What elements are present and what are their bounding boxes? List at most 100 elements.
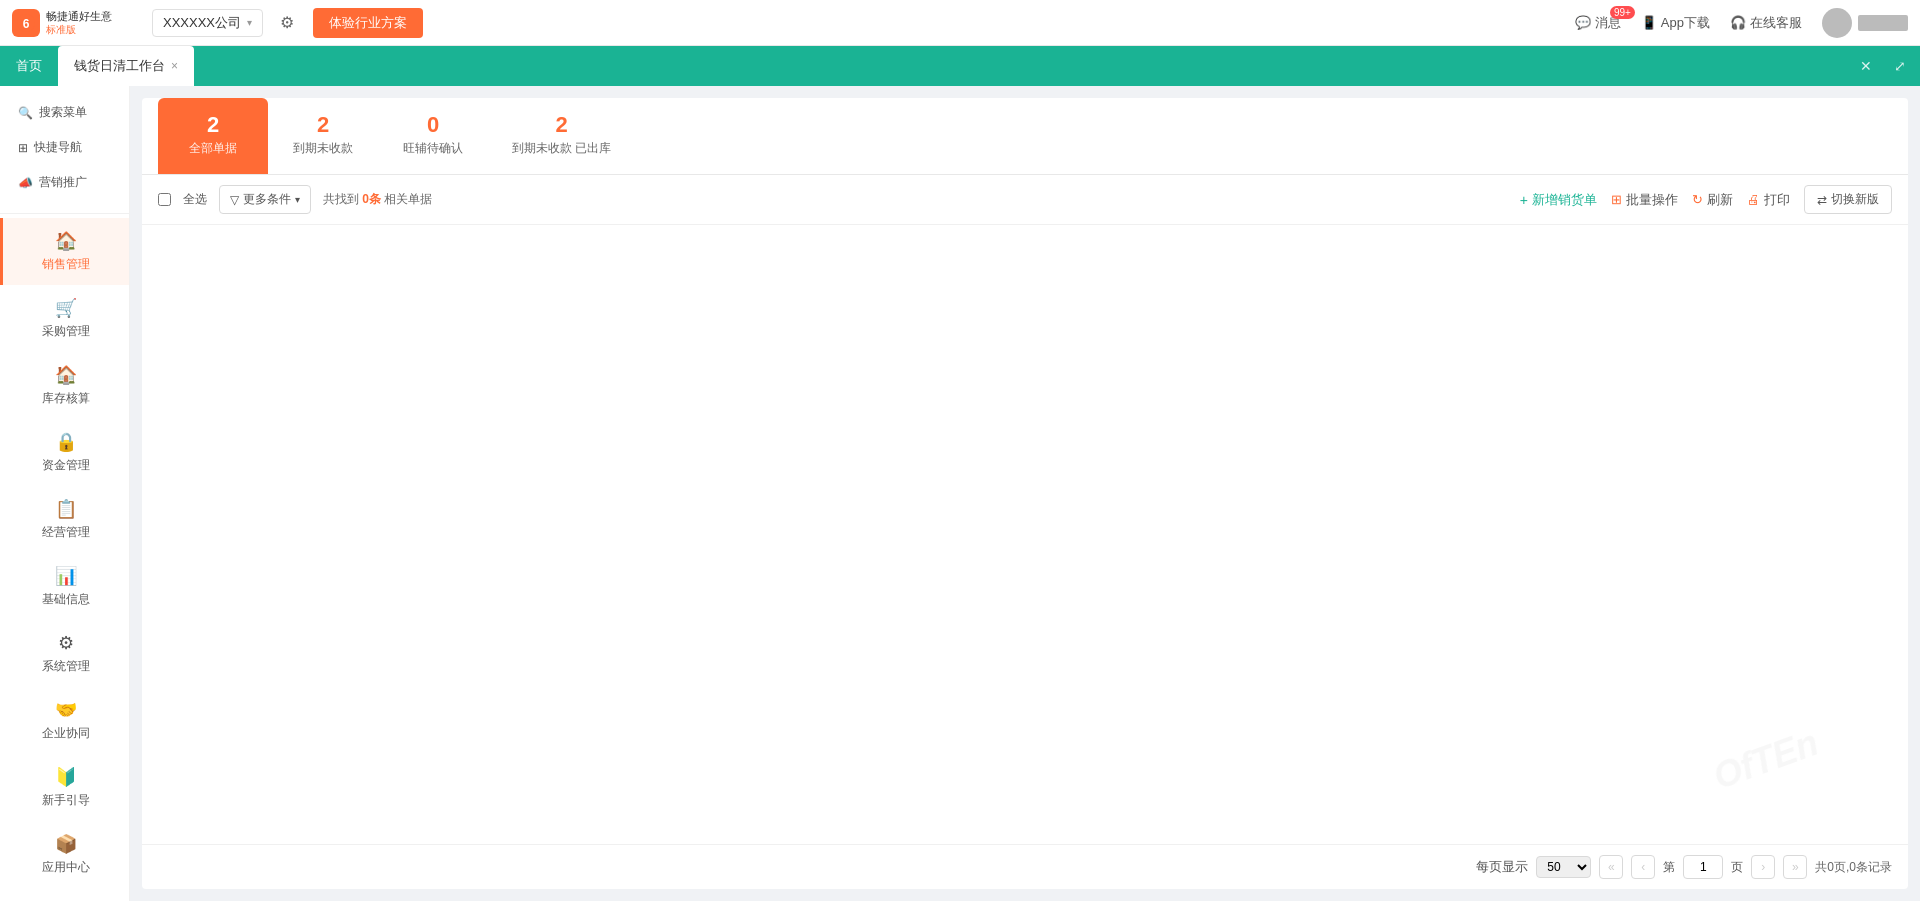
megaphone-icon: 📣 xyxy=(18,176,33,190)
stat-tab-shipped[interactable]: 2 到期未收款 已出库 xyxy=(488,98,635,174)
top-header: 6 畅捷通好生意 标准版 XXXXXX公司 ▾ ⚙ 体验行业方案 💬 消息 99… xyxy=(0,0,1920,46)
total-text: 共0页,0条记录 xyxy=(1815,859,1892,876)
stats-tabs: 2 全部单据 2 到期未收款 0 旺辅待确认 2 到期未收款 已出库 xyxy=(142,98,1908,175)
sidebar-item-wechat[interactable]: 💬 企业微信 xyxy=(0,888,129,901)
tab-bar-actions: ✕ ⤢ xyxy=(1854,54,1920,78)
company-selector[interactable]: XXXXXX公司 ▾ xyxy=(152,9,263,37)
sidebar-item-quick-nav[interactable]: ⊞ 快捷导航 xyxy=(8,131,121,164)
logo-text: 畅捷通好生意 标准版 xyxy=(46,9,112,36)
close-tab-icon[interactable]: × xyxy=(171,59,178,73)
company-name: XXXXXX公司 xyxy=(163,14,241,32)
table-area xyxy=(142,225,1908,844)
purchase-icon: 🛒 xyxy=(55,297,77,319)
chevron-down-filter-icon: ▾ xyxy=(295,194,300,205)
sidebar-item-system[interactable]: ⚙ 系统管理 xyxy=(0,620,129,687)
prev-page-button[interactable]: ‹ xyxy=(1631,855,1655,879)
stat-label-shipped: 到期未收款 已出库 xyxy=(512,140,611,157)
svg-text:6: 6 xyxy=(23,17,30,31)
chevron-down-icon: ▾ xyxy=(247,17,252,28)
main-layout: 🔍 搜索菜单 ⊞ 快捷导航 📣 营销推广 🏠 销售管理 🛒 采购管理 🏠 库存核… xyxy=(0,86,1920,901)
toolbar-right: + 新增销货单 ⊞ 批量操作 ↻ 刷新 🖨 打印 xyxy=(1520,185,1892,214)
stat-label-pending: 旺辅待确认 xyxy=(403,140,463,157)
app-download-button[interactable]: 📱 App下载 xyxy=(1641,14,1710,32)
batch-icon: ⊞ xyxy=(1611,192,1622,207)
sidebar: 🔍 搜索菜单 ⊞ 快捷导航 📣 营销推广 🏠 销售管理 🛒 采购管理 🏠 库存核… xyxy=(0,86,130,901)
grid-icon: ⊞ xyxy=(18,141,28,155)
operations-icon: 📋 xyxy=(55,498,77,520)
refresh-icon: ↻ xyxy=(1692,192,1703,207)
sidebar-item-basics[interactable]: 📊 基础信息 xyxy=(0,553,129,620)
headset-icon: 🎧 xyxy=(1730,15,1746,30)
settings-icon[interactable]: ⚙ xyxy=(271,7,303,39)
switch-icon: ⇄ xyxy=(1817,193,1827,207)
stat-tab-all[interactable]: 2 全部单据 xyxy=(158,98,268,174)
sidebar-item-marketing[interactable]: 📣 营销推广 xyxy=(8,166,121,199)
found-text: 共找到 0条 相关单据 xyxy=(323,191,432,208)
toolbar: 全选 ▽ 更多条件 ▾ 共找到 0条 相关单据 + 新增销货单 xyxy=(142,175,1908,225)
sidebar-item-finance[interactable]: 🔒 资金管理 xyxy=(0,419,129,486)
sidebar-divider-1 xyxy=(0,213,129,214)
stat-count-pending: 0 xyxy=(427,112,439,138)
stat-count-shipped: 2 xyxy=(556,112,568,138)
page-size-label: 每页显示 xyxy=(1476,858,1528,876)
sidebar-item-guide[interactable]: 🔰 新手引导 xyxy=(0,754,129,821)
next-page-button[interactable]: › xyxy=(1751,855,1775,879)
print-button[interactable]: 🖨 打印 xyxy=(1747,191,1790,209)
basics-icon: 📊 xyxy=(55,565,77,587)
sidebar-item-enterprise[interactable]: 🤝 企业协同 xyxy=(0,687,129,754)
app-center-icon: 📦 xyxy=(55,833,77,855)
stat-count-all: 2 xyxy=(207,112,219,138)
message-badge: 99+ xyxy=(1610,6,1635,19)
tab-home[interactable]: 首页 xyxy=(0,46,58,86)
content-inner: 2 全部单据 2 到期未收款 0 旺辅待确认 2 到期未收款 已出库 xyxy=(142,98,1908,889)
window-expand-icon[interactable]: ⤢ xyxy=(1888,54,1912,78)
message-icon: 💬 xyxy=(1575,15,1591,30)
avatar-area[interactable] xyxy=(1822,8,1908,38)
batch-operation-button[interactable]: ⊞ 批量操作 xyxy=(1611,191,1678,209)
select-all-checkbox[interactable] xyxy=(158,193,171,206)
select-all-label: 全选 xyxy=(183,191,207,208)
add-sale-order-button[interactable]: + 新增销货单 xyxy=(1520,191,1597,209)
finance-icon: 🔒 xyxy=(55,431,77,453)
sales-icon: 🏠 xyxy=(55,230,77,252)
sidebar-item-purchase[interactable]: 🛒 采购管理 xyxy=(0,285,129,352)
sidebar-item-sales[interactable]: 🏠 销售管理 xyxy=(0,218,129,285)
phone-icon: 📱 xyxy=(1641,15,1657,30)
trial-button[interactable]: 体验行业方案 xyxy=(313,8,423,38)
inventory-icon: 🏠 xyxy=(55,364,77,386)
more-filters-button[interactable]: ▽ 更多条件 ▾ xyxy=(219,185,311,214)
plus-icon: + xyxy=(1520,192,1528,208)
pagination: 每页显示 50 100 200 « ‹ 第 页 › » 共0页,0条记录 xyxy=(142,844,1908,889)
switch-version-button[interactable]: ⇄ 切换新版 xyxy=(1804,185,1892,214)
message-button[interactable]: 💬 消息 99+ xyxy=(1575,14,1621,32)
tab-work-station[interactable]: 钱货日清工作台 × xyxy=(58,46,194,86)
online-service-button[interactable]: 🎧 在线客服 xyxy=(1730,14,1802,32)
sidebar-item-app-center[interactable]: 📦 应用中心 xyxy=(0,821,129,888)
stat-tab-pending[interactable]: 0 旺辅待确认 xyxy=(378,98,488,174)
search-icon: 🔍 xyxy=(18,106,33,120)
avatar xyxy=(1822,8,1852,38)
stat-label-all: 全部单据 xyxy=(189,140,237,157)
sidebar-top: 🔍 搜索菜单 ⊞ 快捷导航 📣 营销推广 xyxy=(0,86,129,209)
sidebar-item-operations[interactable]: 📋 经营管理 xyxy=(0,486,129,553)
refresh-button[interactable]: ↻ 刷新 xyxy=(1692,191,1733,209)
stat-tab-overdue[interactable]: 2 到期未收款 xyxy=(268,98,378,174)
page-number-input[interactable] xyxy=(1683,855,1723,879)
enterprise-icon: 🤝 xyxy=(55,699,77,721)
header-right: 💬 消息 99+ 📱 App下载 🎧 在线客服 xyxy=(1575,8,1908,38)
page-size-select[interactable]: 50 100 200 xyxy=(1536,856,1591,878)
guide-icon: 🔰 xyxy=(55,766,77,788)
window-close-icon[interactable]: ✕ xyxy=(1854,54,1878,78)
last-page-button[interactable]: » xyxy=(1783,855,1807,879)
stat-count-overdue: 2 xyxy=(317,112,329,138)
filter-icon: ▽ xyxy=(230,193,239,207)
print-icon: 🖨 xyxy=(1747,192,1760,207)
sidebar-item-search[interactable]: 🔍 搜索菜单 xyxy=(8,96,121,129)
content-area: 2 全部单据 2 到期未收款 0 旺辅待确认 2 到期未收款 已出库 xyxy=(130,86,1920,901)
tab-bar: 首页 钱货日清工作台 × ✕ ⤢ xyxy=(0,46,1920,86)
stat-label-overdue: 到期未收款 xyxy=(293,140,353,157)
sidebar-item-inventory[interactable]: 🏠 库存核算 xyxy=(0,352,129,419)
system-icon: ⚙ xyxy=(58,632,74,654)
first-page-button[interactable]: « xyxy=(1599,855,1623,879)
found-count: 0条 xyxy=(362,192,381,206)
